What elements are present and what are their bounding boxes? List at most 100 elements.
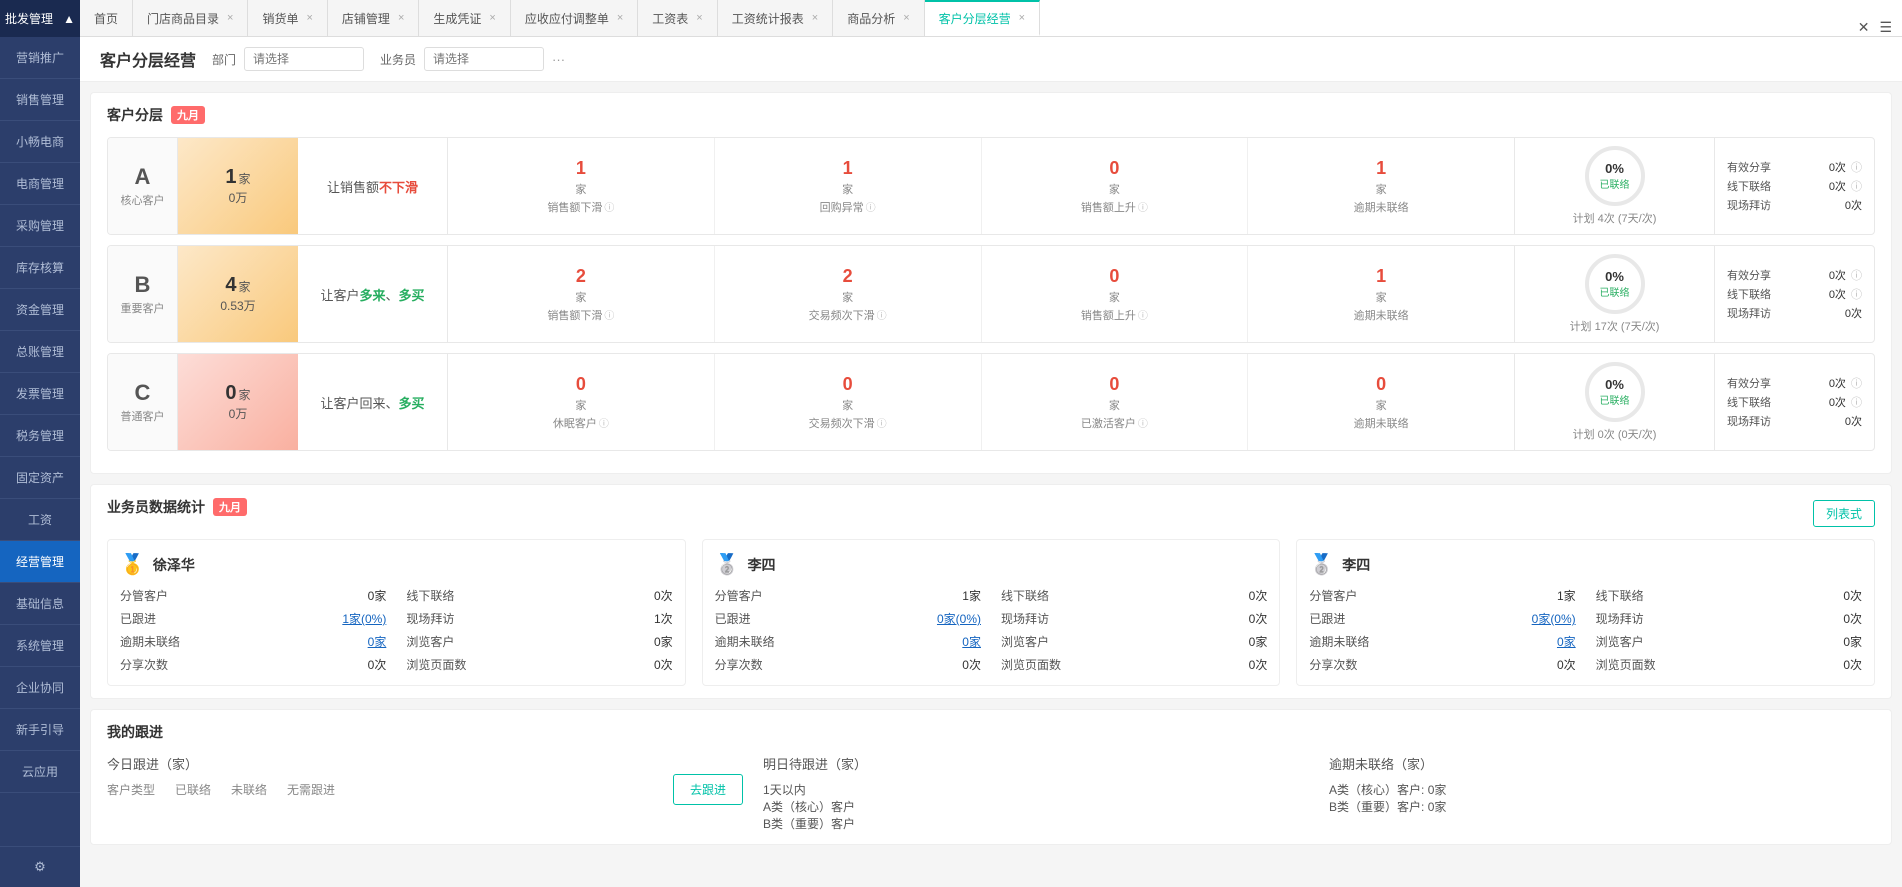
tier-a-followup: 0% 已联络 计划 4次 (7天/次) [1514, 138, 1714, 234]
tomorrow-followup-label: 明日待跟进（家） [763, 754, 1309, 773]
tier-a-action: 让销售额不下滑 [298, 138, 448, 234]
sidebar-item-cloud[interactable]: 云应用 [0, 751, 80, 793]
tier-c-metric-3[interactable]: 0 家 逾期未联络 [1248, 354, 1514, 450]
tier-a-metric-3[interactable]: 1 家 逾期未联络 [1248, 138, 1514, 234]
tier-b-metric-3[interactable]: 1 家 逾期未联络 [1248, 246, 1514, 342]
sidebar-item-tax[interactable]: 税务管理 [0, 415, 80, 457]
tier-b-count[interactable]: 4 家 0.53万 [178, 246, 298, 342]
tier-b-followup-circle: 0% 已联络 [1585, 254, 1645, 314]
sidebar-header[interactable]: 批发管理 ▲ [0, 0, 80, 37]
sidebar-item-ecommerce-small[interactable]: 小畅电商 [0, 121, 80, 163]
tab-close-icon[interactable]: × [398, 12, 404, 24]
sp-card-1: 🥈 李四 分管客户 1家 线下联络 0次 已跟进 [702, 539, 1281, 686]
sidebar-item-marketing[interactable]: 营销推广 [0, 37, 80, 79]
tab-close-icon[interactable]: × [489, 12, 495, 24]
tab-sales-order[interactable]: 销货单 × [248, 0, 327, 36]
tier-c-metric-1[interactable]: 0 家 交易频次下滑 ⓘ [715, 354, 982, 450]
page-title: 客户分层经营 [100, 47, 196, 71]
tier-c-action: 让客户回来、多买 [298, 354, 448, 450]
customer-tier-section: 客户分层 九月 A 核心客户 1 家 0万 让销售额不下滑 [90, 92, 1892, 474]
overdue-b-label: B类（重要）客户: 0家 [1329, 798, 1875, 815]
tomorrow-followup: 明日待跟进（家） 1天以内 A类（核心）客户 B类（重要）客户 [763, 754, 1309, 832]
tier-a-side-stats: 有效分享 0次 ⓘ 线下联络 0次 ⓘ 现场拜访 0次 [1714, 138, 1874, 234]
sidebar-item-guide[interactable]: 新手引导 [0, 709, 80, 751]
sp-month-badge: 九月 [213, 498, 247, 516]
tier-c-metric-0[interactable]: 0 家 休眠客户 ⓘ [448, 354, 715, 450]
sp-medal-1: 🥈 [715, 552, 740, 577]
overdue-a-label: A类（核心）客户: 0家 [1329, 781, 1875, 798]
overdue-a-val: 0家 [1428, 783, 1447, 797]
tab-store-mgmt[interactable]: 店铺管理 × [328, 0, 419, 36]
tab-payroll[interactable]: 工资表 × [638, 0, 717, 36]
sidebar-title: 批发管理 [5, 10, 53, 27]
followup-content: 今日跟进（家） 客户类型 已联络 未联络 无需跟进 去跟进 明日待跟进（家） [107, 754, 1875, 832]
sidebar-item-collab[interactable]: 企业协同 [0, 667, 80, 709]
content-area: 客户分层 九月 A 核心客户 1 家 0万 让销售额不下滑 [80, 82, 1902, 887]
tier-c-metric-2[interactable]: 0 家 已激活客户 ⓘ [982, 354, 1249, 450]
sp-name-2: 李四 [1342, 555, 1370, 575]
more-options-icon[interactable]: ··· [552, 52, 565, 67]
salesperson-grid: 🥇 徐泽华 分管客户 0家 线下联络 0次 已跟进 [107, 539, 1875, 686]
tier-c-count[interactable]: 0 家 0万 [178, 354, 298, 450]
sp-stats-0: 分管客户 0家 线下联络 0次 已跟进 1家(0%) 现场拜访 [120, 587, 673, 673]
salesperson-header: 业务员数据统计 九月 列表式 [107, 497, 1875, 529]
tab-gen-voucher[interactable]: 生成凭证 × [419, 0, 510, 36]
sidebar-item-business[interactable]: 经营管理 [0, 541, 80, 583]
main-area: 首页 门店商品目录 × 销货单 × 店铺管理 × 生成凭证 × 应收应付调整单 … [80, 0, 1902, 887]
tier-b-side-stats: 有效分享 0次 ⓘ 线下联络 0次 ⓘ 现场拜访 0次 [1714, 246, 1874, 342]
sidebar-item-finance[interactable]: 资金管理 [0, 289, 80, 331]
tab-product-analysis[interactable]: 商品分析 × [833, 0, 924, 36]
tab-store-products[interactable]: 门店商品目录 × [133, 0, 248, 36]
tier-a-metric-0[interactable]: 1 家 销售额下滑 ⓘ [448, 138, 715, 234]
overdue-followup-label: 逾期未联络（家） [1329, 754, 1875, 773]
tier-c-metrics: 0 家 休眠客户 ⓘ 0 家 交易频次下滑 ⓘ 0 家 已激活客户 ⓘ [448, 354, 1514, 450]
sidebar-item-ecommerce[interactable]: 电商管理 [0, 163, 80, 205]
sp-medal-2: 🥈 [1309, 552, 1334, 577]
sp-card-0: 🥇 徐泽华 分管客户 0家 线下联络 0次 已跟进 [107, 539, 686, 686]
sidebar-item-purchase[interactable]: 采购管理 [0, 205, 80, 247]
tier-a-followup-circle: 0% 已联络 [1585, 146, 1645, 206]
tier-a-count[interactable]: 1 家 0万 [178, 138, 298, 234]
sidebar-toggle-icon: ▲ [63, 12, 75, 26]
tab-close-icon[interactable]: × [1019, 12, 1025, 24]
list-view-button[interactable]: 列表式 [1813, 500, 1875, 527]
customer-tier-title: 客户分层 九月 [107, 105, 1875, 125]
tab-close-icon[interactable]: × [306, 12, 312, 24]
tier-a-metric-1[interactable]: 1 家 回购异常 ⓘ [715, 138, 982, 234]
tier-b-metric-1[interactable]: 2 家 交易频次下滑 ⓘ [715, 246, 982, 342]
tab-close-icon[interactable]: × [812, 12, 818, 24]
sp-medal-0: 🥇 [120, 552, 145, 577]
tab-close-icon[interactable]: × [617, 12, 623, 24]
settings-gear-icon[interactable]: ⚙ [0, 846, 80, 887]
sales-select[interactable] [424, 47, 544, 71]
dept-select[interactable] [244, 47, 364, 71]
tab-close-icon[interactable]: × [903, 12, 909, 24]
tier-b-metric-0[interactable]: 2 家 销售额下滑 ⓘ [448, 246, 715, 342]
tier-a-metric-2[interactable]: 0 家 销售额上升 ⓘ [982, 138, 1249, 234]
sidebar-item-payroll[interactable]: 工资 [0, 499, 80, 541]
menu-icon[interactable]: ☰ [1879, 19, 1892, 36]
sidebar-item-ledger[interactable]: 总账管理 [0, 331, 80, 373]
sidebar-item-inventory[interactable]: 库存核算 [0, 247, 80, 289]
sidebar-item-sales[interactable]: 销售管理 [0, 79, 80, 121]
sidebar-item-assets[interactable]: 固定资产 [0, 457, 80, 499]
tab-close-icon[interactable]: × [227, 12, 233, 24]
tab-customer-tier[interactable]: 客户分层经营 × [925, 0, 1040, 36]
tab-ar-ap[interactable]: 应收应付调整单 × [511, 0, 638, 36]
salesperson-section: 业务员数据统计 九月 列表式 🥇 徐泽华 分管客户 0家 [90, 484, 1892, 699]
sp-card-2: 🥈 李四 分管客户 1家 线下联络 0次 已跟进 [1296, 539, 1875, 686]
goto-followup-button[interactable]: 去跟进 [673, 774, 743, 805]
sidebar-item-invoice[interactable]: 发票管理 [0, 373, 80, 415]
tier-b-metric-2[interactable]: 0 家 销售额上升 ⓘ [982, 246, 1249, 342]
tier-a-label: A 核心客户 [108, 138, 178, 234]
tab-close-icon[interactable]: × [696, 12, 702, 24]
sp-stats-2: 分管客户 1家 线下联络 0次 已跟进 0家(0%) 现场拜访 [1309, 587, 1862, 673]
today-table-placeholder: 客户类型 已联络 未联络 无需跟进 [107, 781, 653, 798]
close-tab-icon[interactable]: ✕ [1858, 19, 1870, 36]
sidebar-item-system[interactable]: 系统管理 [0, 625, 80, 667]
overdue-followup: 逾期未联络（家） A类（核心）客户: 0家 B类（重要）客户: 0家 [1329, 754, 1875, 815]
tier-c-row: C 普通客户 0 家 0万 让客户回来、多买 0 家 [107, 353, 1875, 451]
tab-payroll-report[interactable]: 工资统计报表 × [718, 0, 833, 36]
tab-home[interactable]: 首页 [80, 0, 133, 36]
sidebar-item-basic[interactable]: 基础信息 [0, 583, 80, 625]
